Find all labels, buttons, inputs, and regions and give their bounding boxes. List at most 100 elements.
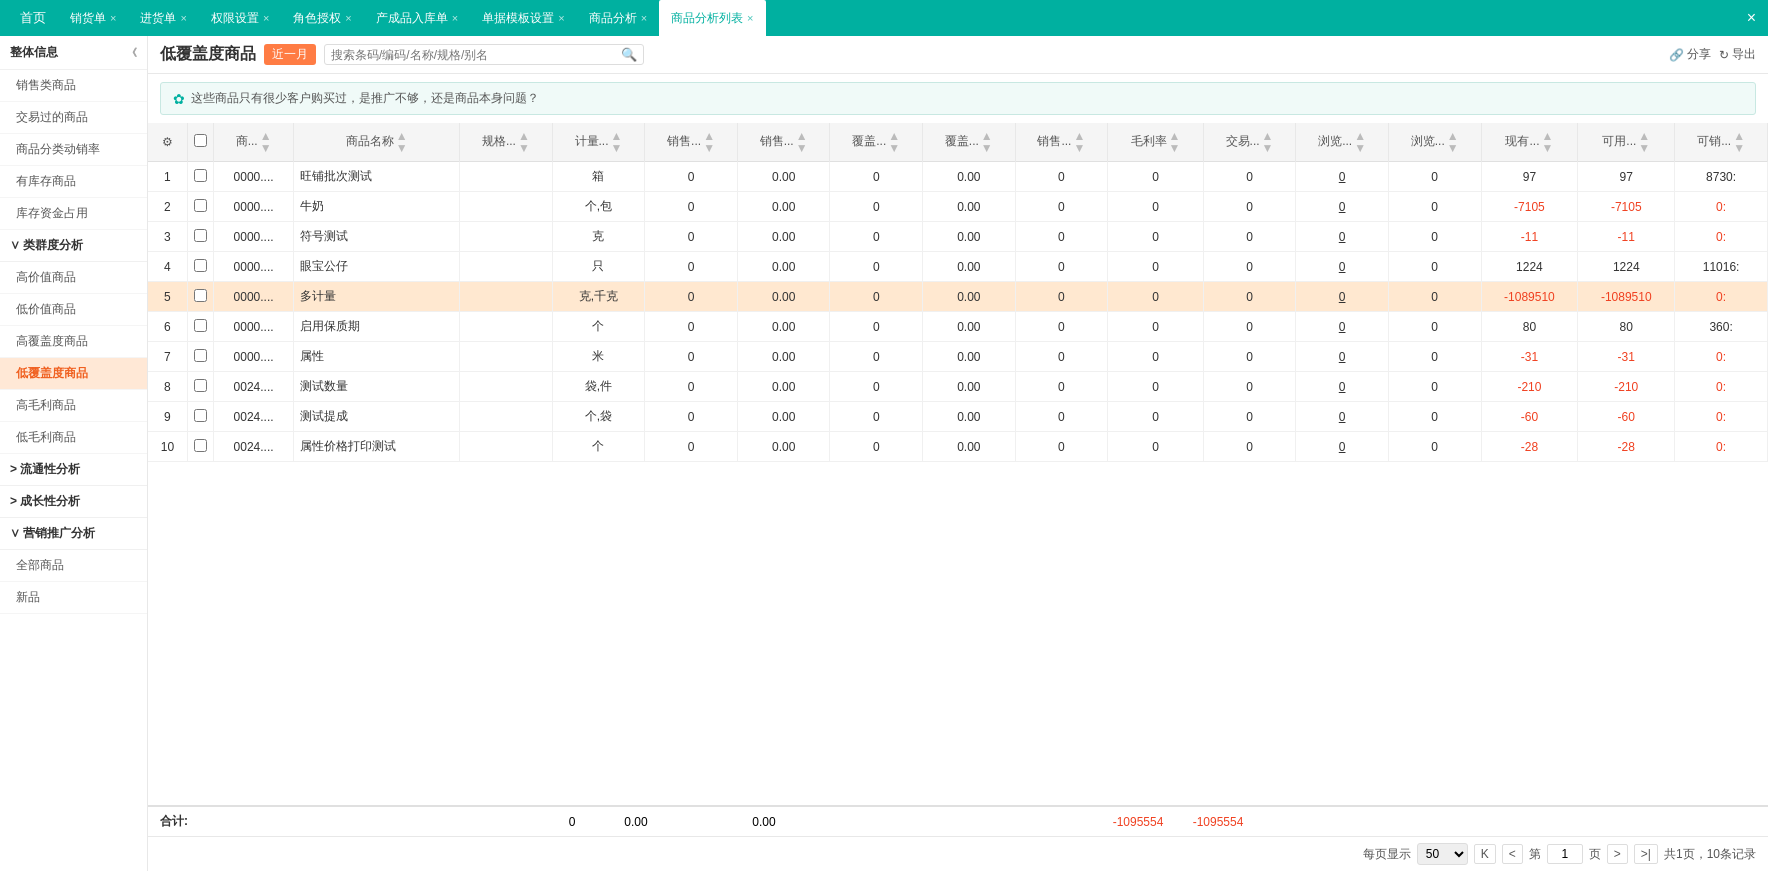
col-available-stock[interactable]: 可用...▲▼ bbox=[1578, 123, 1675, 162]
col-sellable[interactable]: 可销...▲▼ bbox=[1675, 123, 1768, 162]
col-sales-qty[interactable]: 销售...▲▼ bbox=[645, 123, 738, 162]
table-row: 70000....属性米00.0000.0000000-31-310: bbox=[148, 342, 1768, 372]
nav-role[interactable]: 角色授权 × bbox=[281, 0, 363, 36]
row-checkbox[interactable] bbox=[187, 432, 213, 462]
row-browse2: 0 bbox=[1388, 162, 1481, 192]
sidebar-item-low-margin[interactable]: 低毛利商品 bbox=[0, 422, 147, 454]
prev-page-button[interactable]: < bbox=[1502, 844, 1523, 864]
sidebar-group-cluster[interactable]: ∨ 类群度分析 bbox=[0, 230, 147, 262]
row-checkbox[interactable] bbox=[187, 312, 213, 342]
row-checkbox[interactable] bbox=[187, 402, 213, 432]
nav-purchase[interactable]: 进货单 × bbox=[128, 0, 198, 36]
nav-product-inbound[interactable]: 产成品入库单 × bbox=[364, 0, 470, 36]
page-suffix: 页 bbox=[1589, 846, 1601, 863]
sidebar-item-sales-goods[interactable]: 销售类商品 bbox=[0, 70, 147, 102]
nav-sales[interactable]: 销货单 × bbox=[58, 0, 128, 36]
nav-template-close[interactable]: × bbox=[558, 12, 564, 24]
row-coverage1: 0 bbox=[830, 252, 923, 282]
row-checkbox[interactable] bbox=[187, 342, 213, 372]
search-input[interactable] bbox=[331, 48, 621, 62]
per-page-select[interactable]: 50 20 100 bbox=[1417, 843, 1468, 865]
col-browse2[interactable]: 浏览...▲▼ bbox=[1388, 123, 1481, 162]
page-number-input[interactable] bbox=[1547, 844, 1583, 864]
row-sellable: 0: bbox=[1675, 372, 1768, 402]
row-checkbox[interactable] bbox=[187, 192, 213, 222]
nav-permission-close[interactable]: × bbox=[263, 12, 269, 24]
col-gross-margin[interactable]: 毛利率▲▼ bbox=[1108, 123, 1204, 162]
search-box: 🔍 bbox=[324, 44, 644, 65]
period-button[interactable]: 近一月 bbox=[264, 44, 316, 65]
row-spec bbox=[460, 402, 553, 432]
nav-role-close[interactable]: × bbox=[345, 12, 351, 24]
row-gross-margin: 0 bbox=[1108, 342, 1204, 372]
sidebar-item-low-coverage[interactable]: 低覆盖度商品 bbox=[0, 358, 147, 390]
pagination-bar: 每页显示 50 20 100 K < 第 页 > >| 共1页，10条记录 bbox=[148, 836, 1768, 871]
search-icon[interactable]: 🔍 bbox=[621, 47, 637, 62]
nav-analysis[interactable]: 商品分析 × bbox=[577, 0, 659, 36]
row-checkbox[interactable] bbox=[187, 372, 213, 402]
content-area: 低覆盖度商品 近一月 🔍 🔗 分享 ↻ 导出 ✿ 这些商品只有很少客户购买过，是… bbox=[148, 36, 1768, 871]
nav-analysis-list[interactable]: 商品分析列表 × bbox=[659, 0, 765, 36]
col-trade[interactable]: 交易...▲▼ bbox=[1203, 123, 1296, 162]
nav-product-inbound-close[interactable]: × bbox=[452, 12, 458, 24]
col-checkbox[interactable] bbox=[187, 123, 213, 162]
row-sellable: 0: bbox=[1675, 342, 1768, 372]
col-settings[interactable]: ⚙ bbox=[148, 123, 187, 162]
col-code[interactable]: 商...▲▼ bbox=[213, 123, 294, 162]
next-page-button[interactable]: > bbox=[1607, 844, 1628, 864]
nav-permission[interactable]: 权限设置 × bbox=[199, 0, 281, 36]
row-checkbox[interactable] bbox=[187, 222, 213, 252]
sidebar-item-category-rate[interactable]: 商品分类动销率 bbox=[0, 134, 147, 166]
col-sales-amt[interactable]: 销售...▲▼ bbox=[737, 123, 830, 162]
share-button[interactable]: 🔗 分享 bbox=[1669, 46, 1711, 63]
col-coverage2[interactable]: 覆盖...▲▼ bbox=[923, 123, 1016, 162]
col-spec[interactable]: 规格...▲▼ bbox=[460, 123, 553, 162]
table-row: 30000....符号测试克00.0000.0000000-11-110: bbox=[148, 222, 1768, 252]
row-checkbox[interactable] bbox=[187, 252, 213, 282]
first-page-button[interactable]: K bbox=[1474, 844, 1496, 864]
col-coverage1[interactable]: 覆盖...▲▼ bbox=[830, 123, 923, 162]
sidebar-group-circulation[interactable]: > 流通性分析 bbox=[0, 454, 147, 486]
nav-purchase-close[interactable]: × bbox=[180, 12, 186, 24]
col-browse1[interactable]: 浏览...▲▼ bbox=[1296, 123, 1389, 162]
row-unit: 个 bbox=[552, 312, 645, 342]
row-gross-margin: 0 bbox=[1108, 312, 1204, 342]
nav-sales-close[interactable]: × bbox=[110, 12, 116, 24]
sidebar-item-high-value[interactable]: 高价值商品 bbox=[0, 262, 147, 294]
sidebar-group-growth[interactable]: > 成长性分析 bbox=[0, 486, 147, 518]
col-sales-days[interactable]: 销售...▲▼ bbox=[1015, 123, 1108, 162]
select-all-checkbox[interactable] bbox=[194, 134, 207, 147]
total-records-label: 共1页，10条记录 bbox=[1664, 846, 1756, 863]
sidebar-group-marketing[interactable]: ∨ 营销推广分析 bbox=[0, 518, 147, 550]
row-available-stock: -210 bbox=[1578, 372, 1675, 402]
footer-label: 合计: bbox=[160, 813, 188, 830]
sidebar-section-overall[interactable]: 整体信息 《 bbox=[0, 36, 147, 70]
row-checkbox[interactable] bbox=[187, 282, 213, 312]
sidebar-item-all-goods[interactable]: 全部商品 bbox=[0, 550, 147, 582]
nav-template[interactable]: 单据模板设置 × bbox=[470, 0, 576, 36]
row-trade: 0 bbox=[1203, 192, 1296, 222]
row-checkbox[interactable] bbox=[187, 162, 213, 192]
sidebar-item-stocked-goods[interactable]: 有库存商品 bbox=[0, 166, 147, 198]
sidebar-item-traded-goods[interactable]: 交易过的商品 bbox=[0, 102, 147, 134]
sidebar-item-inventory-capital[interactable]: 库存资金占用 bbox=[0, 198, 147, 230]
nav-analysis-close[interactable]: × bbox=[641, 12, 647, 24]
row-name: 眼宝公仔 bbox=[294, 252, 460, 282]
global-close-button[interactable]: × bbox=[1747, 9, 1756, 27]
table-wrapper[interactable]: ⚙ 商...▲▼ 商品名称▲▼ 规格...▲▼ 计量...▲▼ 销售...▲▼ … bbox=[148, 123, 1768, 805]
sidebar-item-new-goods[interactable]: 新品 bbox=[0, 582, 147, 614]
row-sales-qty: 0 bbox=[645, 282, 738, 312]
col-unit[interactable]: 计量...▲▼ bbox=[552, 123, 645, 162]
sidebar-item-high-coverage[interactable]: 高覆盖度商品 bbox=[0, 326, 147, 358]
col-current-stock[interactable]: 现有...▲▼ bbox=[1481, 123, 1578, 162]
row-gross-margin: 0 bbox=[1108, 372, 1204, 402]
col-name[interactable]: 商品名称▲▼ bbox=[294, 123, 460, 162]
export-button[interactable]: ↻ 导出 bbox=[1719, 46, 1756, 63]
row-trade: 0 bbox=[1203, 222, 1296, 252]
sidebar-item-low-value[interactable]: 低价值商品 bbox=[0, 294, 147, 326]
sidebar-item-high-margin[interactable]: 高毛利商品 bbox=[0, 390, 147, 422]
nav-analysis-list-close[interactable]: × bbox=[747, 12, 753, 24]
nav-home[interactable]: 首页 bbox=[8, 0, 58, 36]
table-body: 10000....旺铺批次测试箱00.0000.000000097978730:… bbox=[148, 162, 1768, 462]
last-page-button[interactable]: >| bbox=[1634, 844, 1658, 864]
